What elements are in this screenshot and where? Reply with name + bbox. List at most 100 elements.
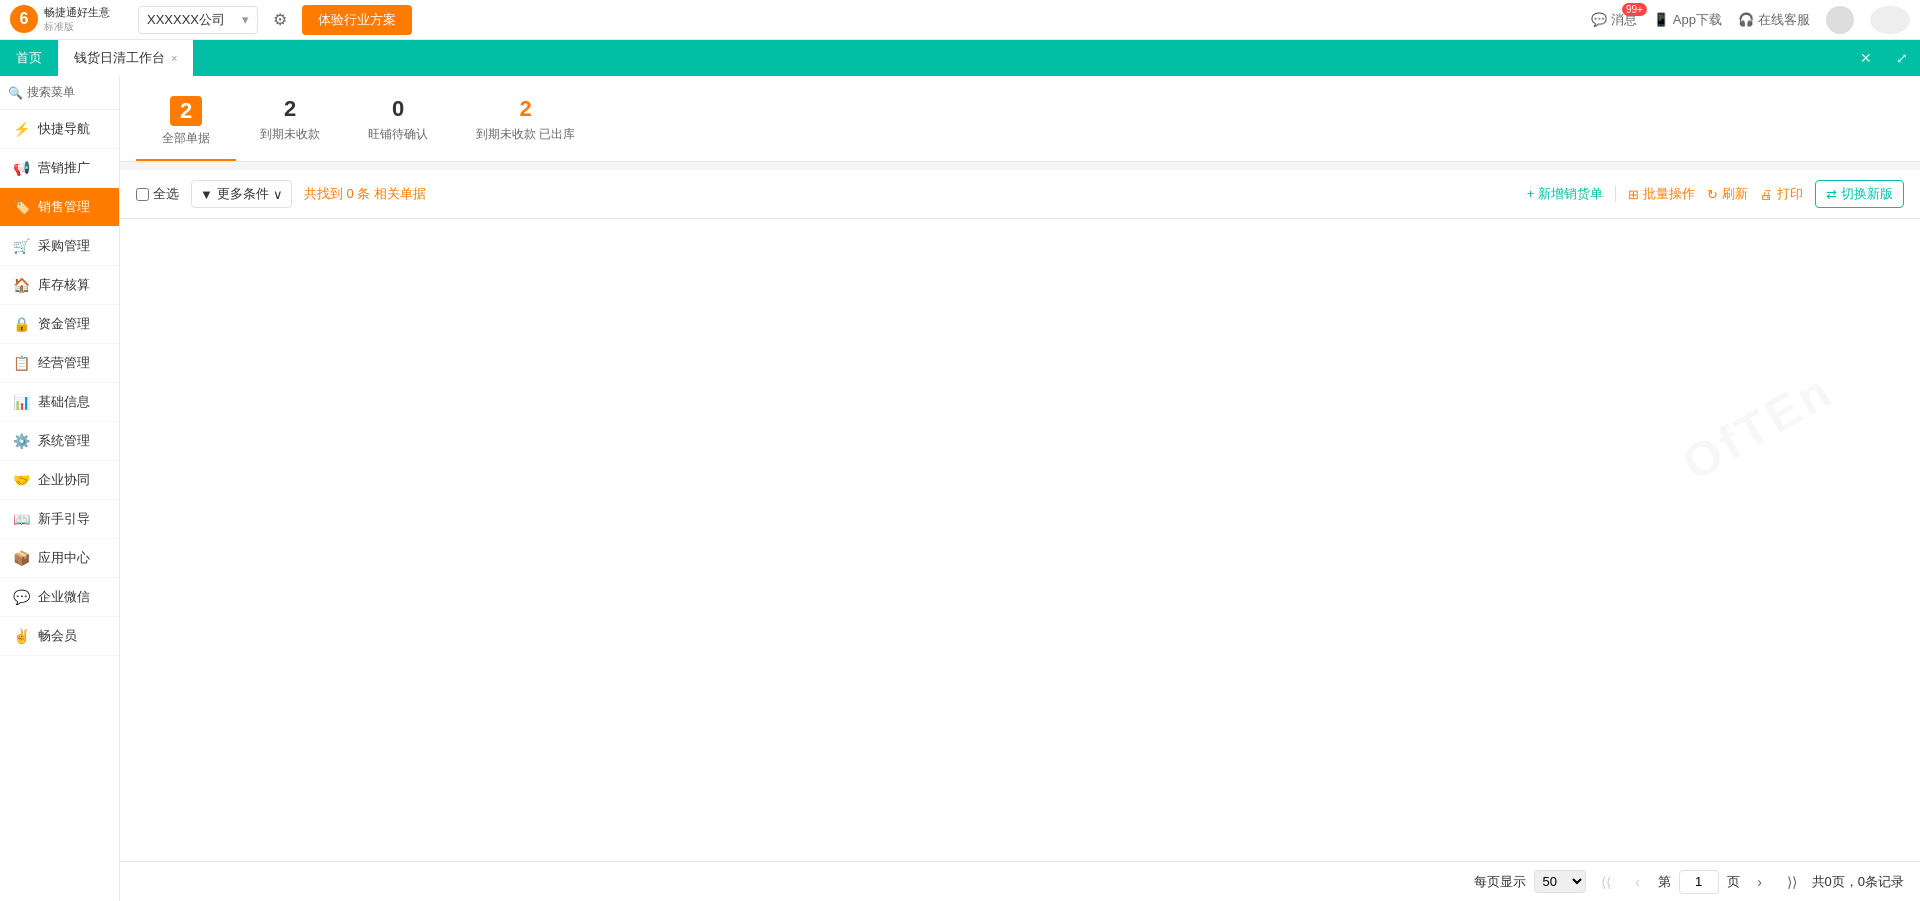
tab-maximize[interactable]: ⤢: [1884, 40, 1920, 76]
batch-icon: ⊞: [1628, 187, 1639, 202]
stat-label-all: 全部单据: [160, 130, 212, 147]
base-info-icon: 📊: [12, 394, 30, 410]
online-service-button[interactable]: 🎧 在线客服: [1738, 11, 1810, 29]
logo-icon: 6: [10, 5, 38, 33]
guide-icon: 📖: [12, 511, 30, 527]
batch-operation-button[interactable]: ⊞ 批量操作: [1628, 185, 1695, 203]
app-download-label: App下载: [1673, 11, 1722, 29]
next-page-button[interactable]: ›: [1748, 870, 1772, 894]
trial-button[interactable]: 体验行业方案: [302, 5, 412, 35]
user-avatar[interactable]: [1826, 6, 1854, 34]
search-icon: 🔍: [8, 86, 23, 100]
print-icon: 🖨: [1760, 187, 1773, 202]
sidebar-item-enterprise[interactable]: 🤝 企业协同: [0, 461, 119, 500]
service-label: 在线客服: [1758, 11, 1810, 29]
toolbar: 全选 ▼ 更多条件 ∨ 共找到 0 条 相关单据 + 新增销货单 ⊞: [120, 170, 1920, 219]
purchase-icon: 🛒: [12, 238, 30, 254]
company-dropdown-arrow: ▾: [242, 12, 249, 27]
stat-tab-wangpu[interactable]: 0 旺铺待确认: [344, 88, 452, 161]
print-label: 打印: [1777, 185, 1803, 203]
sidebar-item-apps[interactable]: 📦 应用中心: [0, 539, 119, 578]
page-input[interactable]: [1679, 870, 1719, 894]
base-info-label: 基础信息: [38, 393, 90, 411]
found-count: 0: [347, 186, 354, 201]
filter-icon: ▼: [200, 187, 213, 202]
batch-label: 批量操作: [1643, 185, 1695, 203]
message-button[interactable]: 💬 消息 99+: [1591, 11, 1637, 29]
sidebar-item-quick-nav[interactable]: ⚡ 快捷导航: [0, 110, 119, 149]
phone-icon: 📱: [1653, 12, 1669, 27]
sidebar-item-marketing[interactable]: 📢 营销推广: [0, 149, 119, 188]
settings-button[interactable]: ⚙: [266, 6, 294, 34]
sidebar-item-purchase[interactable]: 🛒 采购管理: [0, 227, 119, 266]
sidebar-item-finance[interactable]: 🔒 资金管理: [0, 305, 119, 344]
sidebar-item-member[interactable]: ✌️ 畅会员: [0, 617, 119, 656]
print-button[interactable]: 🖨 打印: [1760, 185, 1803, 203]
tab-home[interactable]: 首页: [0, 40, 58, 76]
inventory-icon: 🏠: [12, 277, 30, 293]
sidebar-search[interactable]: 🔍 搜索菜单: [0, 76, 119, 110]
sidebar-item-sales[interactable]: 🏷️ 销售管理: [0, 188, 119, 227]
app-version: 标准版: [44, 20, 110, 34]
stat-tab-all[interactable]: 2 全部单据: [136, 88, 236, 161]
switch-version-button[interactable]: ⇄ 切换新版: [1815, 180, 1904, 208]
add-order-button[interactable]: + 新增销货单: [1527, 185, 1603, 203]
guide-label: 新手引导: [38, 510, 90, 528]
stat-label-overdue: 到期未收款: [260, 126, 320, 143]
stat-num-shipped: 2: [476, 96, 575, 122]
enterprise-label: 企业协同: [38, 471, 90, 489]
select-all-input[interactable]: [136, 188, 149, 201]
sidebar-item-inventory[interactable]: 🏠 库存核算: [0, 266, 119, 305]
page-suffix: 页: [1727, 873, 1740, 891]
sidebar-item-system[interactable]: ⚙️ 系统管理: [0, 422, 119, 461]
table-area: OfTEn: [120, 219, 1920, 861]
stat-num-overdue: 2: [260, 96, 320, 122]
sidebar-item-wechat[interactable]: 💬 企业微信: [0, 578, 119, 617]
message-badge: 99+: [1622, 3, 1647, 16]
wechat-icon: 💬: [12, 589, 30, 605]
sidebar: 🔍 搜索菜单 ⚡ 快捷导航 📢 营销推广 🏷️ 销售管理 🛒 采购管理 🏠 库存…: [0, 76, 120, 901]
company-selector[interactable]: XXXXXX公司 ▾: [138, 6, 258, 34]
filter-button[interactable]: ▼ 更多条件 ∨: [191, 180, 292, 208]
last-page-button[interactable]: ⟩⟩: [1780, 870, 1804, 894]
page-label: 第: [1658, 873, 1671, 891]
sidebar-item-operation[interactable]: 📋 经营管理: [0, 344, 119, 383]
refresh-button[interactable]: ↻ 刷新: [1707, 185, 1748, 203]
select-all-checkbox[interactable]: 全选: [136, 185, 179, 203]
sidebar-item-guide[interactable]: 📖 新手引导: [0, 500, 119, 539]
tab-work-bench[interactable]: 钱货日清工作台 ×: [58, 40, 193, 76]
marketing-label: 营销推广: [38, 159, 90, 177]
sales-icon: 🏷️: [12, 199, 30, 215]
sidebar-item-base-info[interactable]: 📊 基础信息: [0, 383, 119, 422]
stat-tab-overdue[interactable]: 2 到期未收款: [236, 88, 344, 161]
user-name-area[interactable]: [1870, 6, 1910, 34]
operation-icon: 📋: [12, 355, 30, 371]
member-icon: ✌️: [12, 628, 30, 644]
switch-icon: ⇄: [1826, 187, 1837, 202]
operation-label: 经营管理: [38, 354, 90, 372]
pagination: 每页显示 50 100 200 ⟨⟨ ‹ 第 页 › ⟩⟩ 共0页，0条记录: [120, 861, 1920, 901]
tab-close-icon[interactable]: ×: [171, 52, 177, 64]
logo-area: 6 畅捷通好生意 标准版: [10, 5, 130, 33]
message-icon: 💬: [1591, 12, 1607, 27]
select-all-label: 全选: [153, 185, 179, 203]
refresh-label: 刷新: [1722, 185, 1748, 203]
marketing-icon: 📢: [12, 160, 30, 176]
finance-label: 资金管理: [38, 315, 90, 333]
total-label: 共0页，0条记录: [1812, 873, 1904, 891]
stat-tab-shipped[interactable]: 2 到期未收款 已出库: [452, 88, 599, 161]
watermark: OfTEn: [1673, 362, 1843, 492]
stat-num-all: 2: [170, 96, 202, 126]
wechat-label: 企业微信: [38, 588, 90, 606]
inventory-label: 库存核算: [38, 276, 90, 294]
enterprise-icon: 🤝: [12, 472, 30, 488]
apps-label: 应用中心: [38, 549, 90, 567]
app-download-button[interactable]: 📱 App下载: [1653, 11, 1722, 29]
refresh-icon: ↻: [1707, 187, 1718, 202]
per-page-select[interactable]: 50 100 200: [1534, 870, 1586, 893]
first-page-button[interactable]: ⟨⟨: [1594, 870, 1618, 894]
company-name: XXXXXX公司: [147, 11, 225, 29]
tab-close-window[interactable]: ✕: [1848, 40, 1884, 76]
prev-page-button[interactable]: ‹: [1626, 870, 1650, 894]
sales-label: 销售管理: [38, 198, 90, 216]
